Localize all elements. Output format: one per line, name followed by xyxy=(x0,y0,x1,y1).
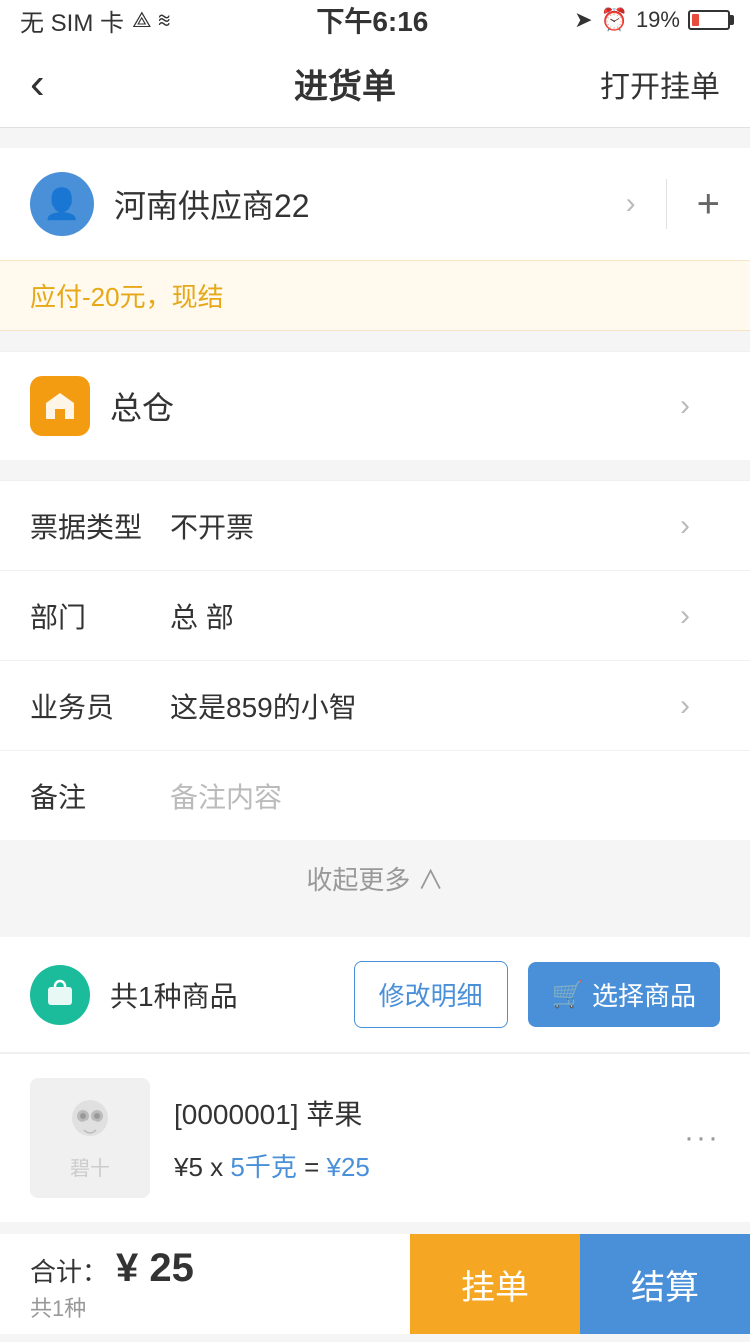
add-supplier-button[interactable]: + xyxy=(697,182,720,227)
product-unit-price: ¥5 x xyxy=(174,1152,230,1182)
salesperson-row[interactable]: 业务员 这是859的小智 › xyxy=(0,660,750,750)
product-price-row: ¥5 x 5千克 = ¥25 xyxy=(174,1147,660,1184)
product-info: [0000001] 苹果 ¥5 x 5千克 = ¥25 xyxy=(174,1093,660,1184)
salesperson-label: 业务员 xyxy=(30,686,170,726)
cart-icon: 🛒 xyxy=(552,979,584,1010)
collapse-label: 收起更多 ∧ xyxy=(306,860,443,897)
status-bar: 无 SIM 卡 ⟁ ≋ 下午6:16 ➤ ⏰ 19% xyxy=(0,0,750,40)
supplier-name: 河南供应商22 xyxy=(114,181,626,227)
form-section: 票据类型 不开票 › 部门 总 部 › 业务员 这是859的小智 › 备注 备注… xyxy=(0,480,750,840)
salesperson-chevron-icon: › xyxy=(680,689,690,723)
avatar-icon: 👤 xyxy=(43,187,80,222)
supplier-section: 👤 河南供应商22 › + 应付-20元，现结 xyxy=(0,148,750,331)
warehouse-chevron-icon: › xyxy=(680,389,690,423)
product-code: [0000001] xyxy=(174,1099,306,1130)
warehouse-row[interactable]: 总仓 › xyxy=(0,351,750,460)
battery-percent: 19% xyxy=(636,7,680,33)
wifi-icon: ⟁ ≋ xyxy=(132,7,171,33)
department-value: 总 部 xyxy=(170,596,680,636)
divider-4 xyxy=(0,917,750,937)
divider-1 xyxy=(0,128,750,148)
total-label: 合计： ¥ 25 xyxy=(30,1246,380,1291)
department-label: 部门 xyxy=(30,596,170,636)
supplier-alert: 应付-20元，现结 xyxy=(0,260,750,331)
product-item: 碧十 [0000001] 苹果 ¥5 x 5千克 = ¥25 ··· xyxy=(0,1053,750,1222)
product-title: 苹果 xyxy=(306,1099,362,1130)
product-header: 共1种商品 修改明细 🛒 选择商品 xyxy=(0,937,750,1053)
warehouse-icon xyxy=(30,376,90,436)
supplier-row[interactable]: 👤 河南供应商22 › + xyxy=(0,148,750,260)
invoice-label: 票据类型 xyxy=(30,506,170,546)
product-quantity: 5千克 xyxy=(230,1152,296,1182)
checkout-button[interactable]: 结算 xyxy=(580,1234,750,1334)
location-icon: ➤ xyxy=(574,7,592,33)
invoice-value: 不开票 xyxy=(170,506,680,546)
product-name: [0000001] 苹果 xyxy=(174,1093,660,1133)
salesperson-value: 这是859的小智 xyxy=(170,686,680,726)
select-product-label: 选择商品 xyxy=(592,976,696,1013)
total-section: 合计： ¥ 25 共1种 xyxy=(0,1234,410,1334)
invoice-chevron-icon: › xyxy=(680,509,690,543)
product-count: 共1种商品 xyxy=(110,975,334,1015)
bottom-bar: 合计： ¥ 25 共1种 挂单 结算 xyxy=(0,1234,750,1334)
total-count: 共1种 xyxy=(30,1291,380,1323)
collapse-button[interactable]: 收起更多 ∧ xyxy=(0,840,750,917)
supplier-chevron-icon: › xyxy=(626,187,636,221)
total-amount: ¥ 25 xyxy=(116,1246,194,1291)
product-total-price: ¥25 xyxy=(327,1152,370,1182)
thumb-brand-label: 碧十 xyxy=(70,1152,110,1181)
divider-3 xyxy=(0,460,750,480)
open-hang-button[interactable]: 打开挂单 xyxy=(600,62,720,106)
status-left: 无 SIM 卡 ⟁ ≋ xyxy=(20,3,171,38)
supplier-avatar: 👤 xyxy=(30,172,94,236)
remark-label: 备注 xyxy=(30,776,170,816)
battery-icon xyxy=(688,10,730,30)
product-section-icon xyxy=(30,965,90,1025)
remark-input[interactable]: 备注内容 xyxy=(170,776,720,816)
page-title: 进货单 xyxy=(294,59,396,108)
product-thumbnail: 碧十 xyxy=(30,1078,150,1198)
status-time: 下午6:16 xyxy=(316,0,428,40)
product-equals: = xyxy=(304,1152,326,1182)
divider-2 xyxy=(0,331,750,351)
alarm-icon: ⏰ xyxy=(601,7,628,33)
nav-bar: ‹ 进货单 打开挂单 xyxy=(0,40,750,128)
select-product-button[interactable]: 🛒 选择商品 xyxy=(528,962,720,1027)
total-label-text: 合计： xyxy=(30,1252,108,1289)
product-more-button[interactable]: ··· xyxy=(684,1121,720,1155)
edit-detail-button[interactable]: 修改明细 xyxy=(354,961,508,1028)
hang-button[interactable]: 挂单 xyxy=(410,1234,580,1334)
back-icon: ‹ xyxy=(30,59,45,108)
back-button[interactable]: ‹ xyxy=(30,59,90,109)
warehouse-name: 总仓 xyxy=(110,383,680,429)
department-row[interactable]: 部门 总 部 › xyxy=(0,570,750,660)
invoice-type-row[interactable]: 票据类型 不开票 › xyxy=(0,480,750,570)
status-right: ➤ ⏰ 19% xyxy=(574,7,730,33)
department-chevron-icon: › xyxy=(680,599,690,633)
supplier-divider xyxy=(666,179,667,229)
product-thumb-inner: 碧十 xyxy=(60,1096,120,1181)
warehouse-section[interactable]: 总仓 › xyxy=(0,351,750,460)
carrier-label: 无 SIM 卡 xyxy=(20,3,124,38)
remark-row[interactable]: 备注 备注内容 xyxy=(0,750,750,840)
